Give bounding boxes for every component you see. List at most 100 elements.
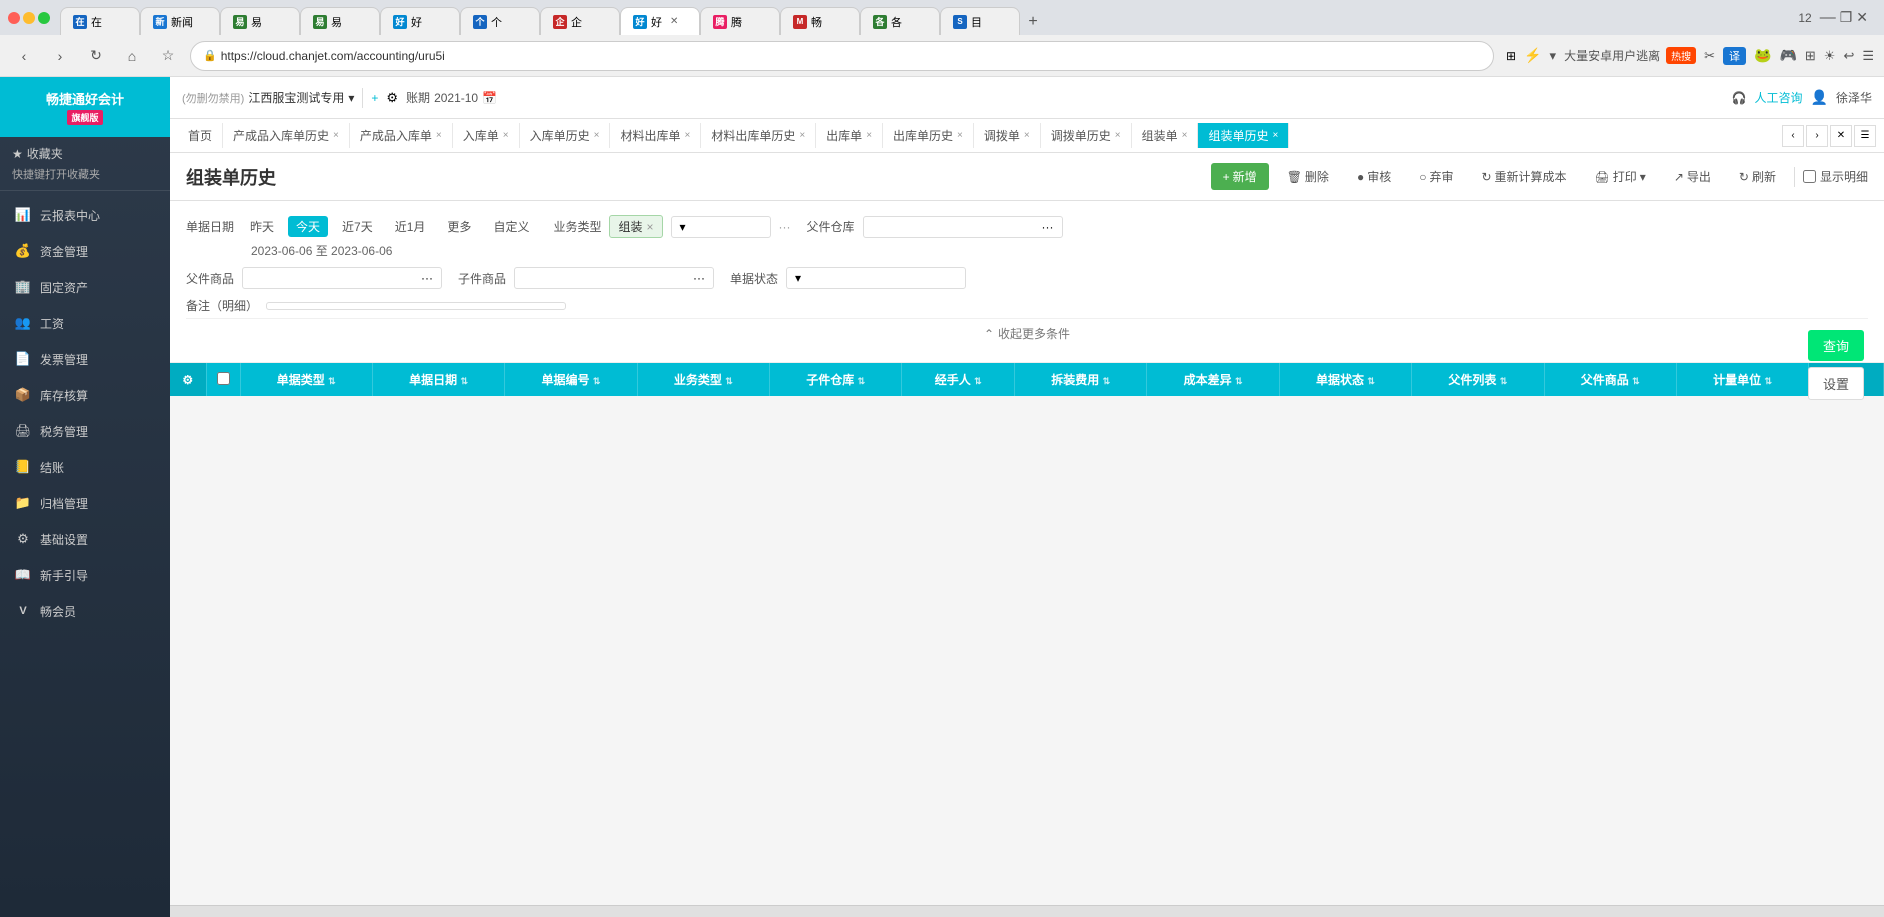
apps-icon[interactable]: ⊞ (1805, 48, 1816, 64)
parent-goods-input[interactable]: ··· (242, 267, 442, 289)
horizontal-scrollbar[interactable] (170, 905, 1884, 917)
bc-close-all-btn[interactable]: ✕ (1830, 125, 1852, 147)
date-btn-custom[interactable]: 自定义 (485, 216, 537, 237)
business-type-more-dots[interactable]: ··· (779, 220, 791, 234)
browser-tab-8[interactable]: 好 好 ✕ (620, 7, 700, 35)
business-type-dropdown[interactable]: ▾ (671, 216, 771, 238)
bc-prev-btn[interactable]: ‹ (1782, 125, 1804, 147)
bc-tab-4-close[interactable]: × (594, 130, 600, 141)
dropdown-arrow[interactable]: ▾ (1550, 48, 1557, 64)
date-btn-more[interactable]: 更多 (439, 216, 479, 237)
home-button[interactable]: ⌂ (118, 42, 146, 70)
close-window-btn[interactable] (8, 12, 20, 24)
bc-tab-home[interactable]: 首页 (178, 123, 223, 148)
undo-icon[interactable]: ↩ (1843, 48, 1854, 64)
browser-tab-9[interactable]: 腾 腾 (700, 7, 780, 35)
bc-tab-10-close[interactable]: × (1115, 130, 1121, 141)
th-handler[interactable]: 经手人 ⇅ (902, 363, 1015, 396)
bc-more-btn[interactable]: ☰ (1854, 125, 1876, 147)
bc-tab-12-close[interactable]: × (1272, 130, 1278, 141)
bill-status-dropdown[interactable]: ▾ (786, 267, 966, 289)
bc-tab-3[interactable]: 入库单 × (453, 123, 520, 148)
bc-tab-12[interactable]: 组装单历史 × (1198, 123, 1289, 148)
bc-tab-7[interactable]: 出库单 × (816, 123, 883, 148)
tab-close-8[interactable]: ✕ (670, 16, 678, 27)
browser-tab-12[interactable]: S 目 (940, 7, 1020, 35)
browser-close-btn[interactable]: ✕ (1856, 9, 1868, 26)
bc-tab-7-close[interactable]: × (866, 130, 872, 141)
refresh-button[interactable]: ↻ (82, 42, 110, 70)
business-type-remove[interactable]: × (646, 220, 653, 234)
th-unit[interactable]: 计量单位 ⇅ (1676, 363, 1808, 396)
bc-tab-4[interactable]: 入库单历史 × (520, 123, 611, 148)
bc-tab-3-close[interactable]: × (503, 130, 509, 141)
show-detail-checkbox[interactable] (1803, 170, 1816, 183)
lightning-icon[interactable]: ⚡ (1524, 47, 1541, 64)
sidebar-item-reports[interactable]: 📊 云报表中心 (0, 197, 170, 233)
bc-tab-2-close[interactable]: × (436, 130, 442, 141)
bc-tab-10[interactable]: 调拨单历史 × (1041, 123, 1132, 148)
menu-icon[interactable]: ☰ (1862, 48, 1874, 64)
th-bill-status[interactable]: 单据状态 ⇅ (1279, 363, 1411, 396)
filter-settings-button[interactable]: 设置 (1808, 367, 1864, 400)
th-disassembly-cost[interactable]: 拆装费用 ⇅ (1014, 363, 1146, 396)
company-selector[interactable]: (勿删勿禁用) 江西服宝测试专用 ▾ (182, 89, 354, 106)
remarks-input[interactable] (266, 302, 566, 310)
bc-tab-6[interactable]: 材料出库单历史 × (701, 123, 816, 148)
new-tab-button[interactable]: + (1020, 9, 1046, 35)
select-all-checkbox[interactable] (217, 372, 230, 385)
date-btn-1month[interactable]: 近1月 (387, 216, 434, 237)
forward-button[interactable]: › (46, 42, 74, 70)
th-parent-goods[interactable]: 父件商品 ⇅ (1544, 363, 1676, 396)
bc-tab-9[interactable]: 调拨单 × (974, 123, 1041, 148)
bc-tab-1-close[interactable]: × (333, 130, 339, 141)
table-container[interactable]: ⚙ 单据类型 ⇅ 单据日期 ⇅ 单据编号 (170, 363, 1884, 905)
parent-warehouse-input[interactable]: ··· (863, 216, 1063, 238)
bc-tab-5-close[interactable]: × (684, 130, 690, 141)
browser-tab-10[interactable]: M 畅 (780, 7, 860, 35)
sidebar-item-settings[interactable]: ⚙ 基础设置 (0, 521, 170, 557)
th-bill-no[interactable]: 单据编号 ⇅ (505, 363, 637, 396)
th-check[interactable] (206, 363, 240, 396)
settings-gear-icon[interactable]: ⚙ (386, 90, 398, 106)
sidebar-item-settle[interactable]: 📒 结账 (0, 449, 170, 485)
export-button[interactable]: ↗ 导出 (1664, 164, 1721, 189)
brightness-icon[interactable]: ☀ (1824, 48, 1836, 64)
parent-warehouse-more[interactable]: ··· (1042, 220, 1054, 234)
browser-tab-5[interactable]: 好 好 (380, 7, 460, 35)
show-detail-toggle[interactable]: 显示明细 (1803, 168, 1868, 185)
browser-tab-7[interactable]: 企 企 (540, 7, 620, 35)
th-business-type[interactable]: 业务类型 ⇅ (637, 363, 769, 396)
user-name[interactable]: 徐泽华 (1836, 89, 1872, 106)
browser-tab-6[interactable]: 个 个 (460, 7, 540, 35)
bc-tab-1[interactable]: 产成品入库单历史 × (223, 123, 350, 148)
calendar-icon[interactable]: 📅 (482, 91, 497, 105)
bc-tab-2[interactable]: 产成品入库单 × (350, 123, 453, 148)
game-icon[interactable]: 🎮 (1779, 47, 1796, 64)
browser-tab-2[interactable]: 新 新闻 (140, 7, 220, 35)
date-btn-7days[interactable]: 近7天 (334, 216, 381, 237)
child-goods-input[interactable]: ··· (514, 267, 714, 289)
translate-icon[interactable]: 译 (1723, 47, 1746, 65)
sidebar-item-archive[interactable]: 📁 归档管理 (0, 485, 170, 521)
consultant-label[interactable]: 人工咨询 (1755, 89, 1803, 106)
bc-tab-11[interactable]: 组装单 × (1132, 123, 1199, 148)
grid-icon[interactable]: ⊞ (1506, 49, 1516, 63)
collapse-button[interactable]: ⌃ 收起更多条件 (984, 325, 1070, 342)
sidebar-item-payroll[interactable]: 👥 工资 (0, 305, 170, 341)
sidebar-item-assets[interactable]: 🏢 固定资产 (0, 269, 170, 305)
th-cost-diff[interactable]: 成本差异 ⇅ (1147, 363, 1279, 396)
th-bill-type[interactable]: 单据类型 ⇅ (240, 363, 372, 396)
sidebar-item-guide[interactable]: 📖 新手引导 (0, 557, 170, 593)
abandon-button[interactable]: ○ 弃审 (1409, 164, 1463, 189)
tab-count-badge[interactable]: 12 (1798, 11, 1811, 25)
date-btn-today[interactable]: 今天 (288, 216, 328, 237)
refresh-page-button[interactable]: ↻ 刷新 (1729, 164, 1786, 189)
bc-next-btn[interactable]: › (1806, 125, 1828, 147)
th-settings[interactable]: ⚙ (170, 363, 206, 396)
browser-restore-btn[interactable]: ❐ (1840, 9, 1853, 26)
recalculate-button[interactable]: ↻ 重新计算成本 (1471, 164, 1576, 189)
search-button[interactable]: 查询 (1808, 330, 1864, 361)
child-goods-more-dots[interactable]: ··· (693, 271, 705, 285)
th-parent-list[interactable]: 父件列表 ⇅ (1412, 363, 1544, 396)
